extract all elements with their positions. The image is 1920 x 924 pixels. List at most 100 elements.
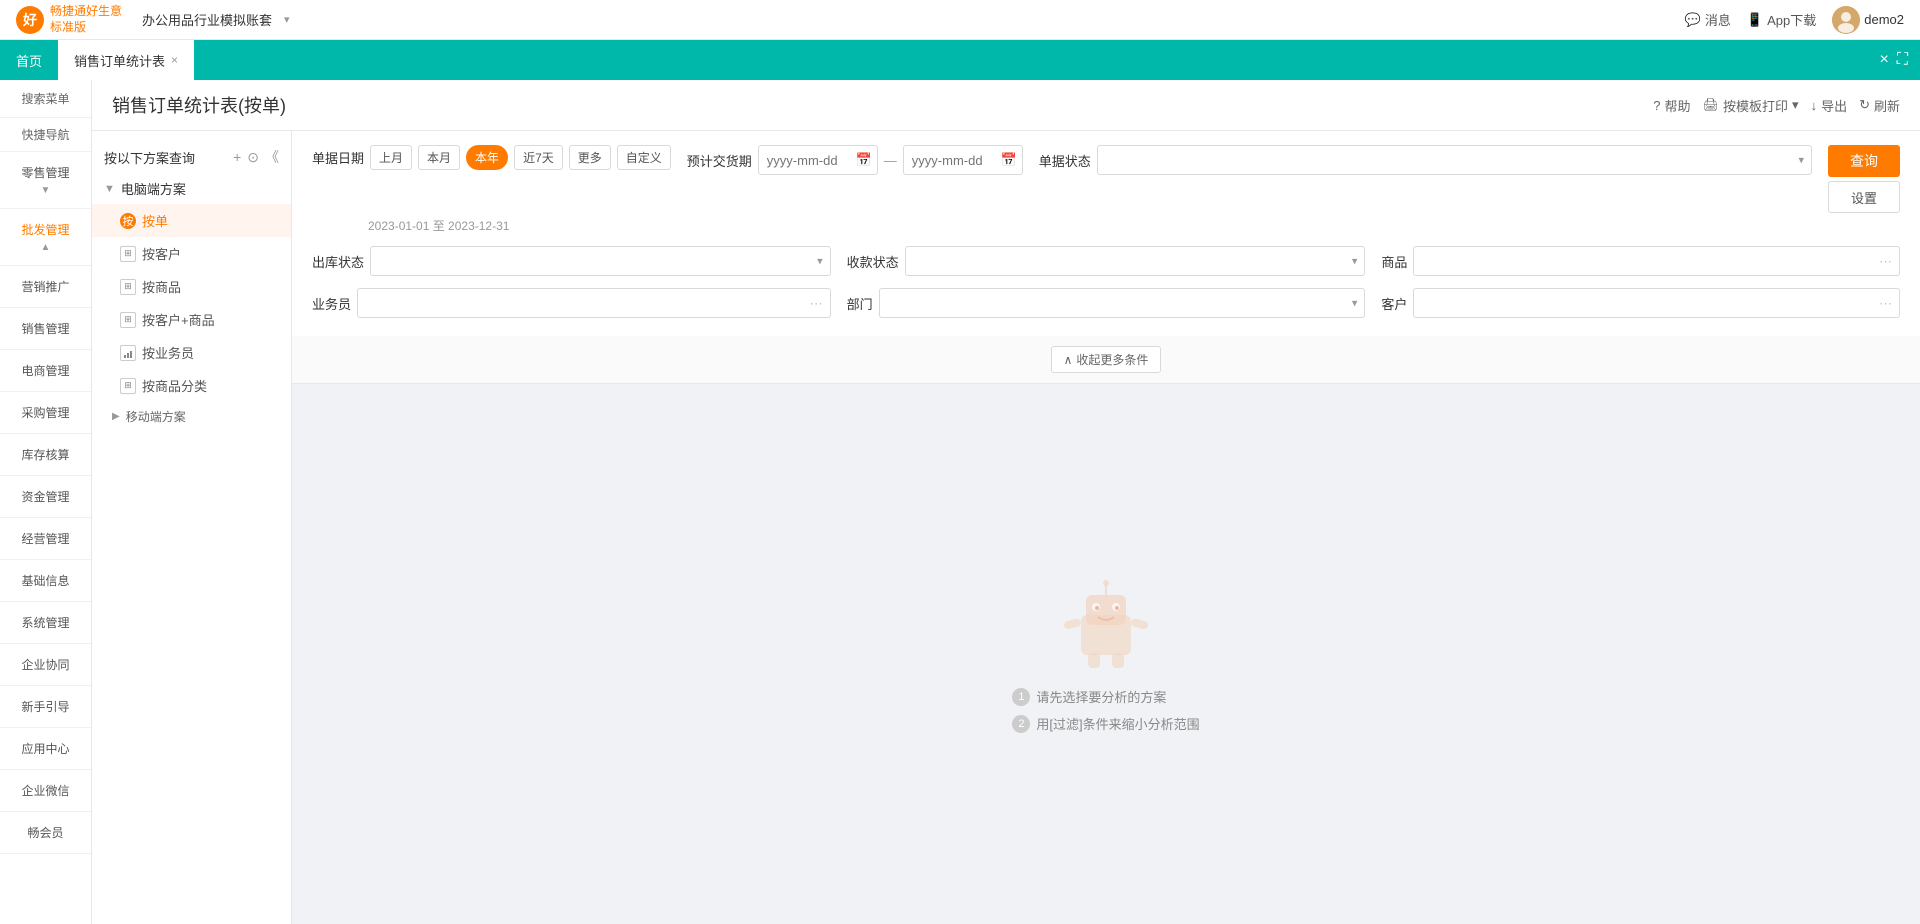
sidebar-section-operations: 经营管理: [0, 518, 91, 560]
date-btn-this-year[interactable]: 本年: [466, 145, 508, 170]
refresh-button[interactable]: ↻ 刷新: [1859, 96, 1900, 115]
expected-date-start-wrap: 📅: [758, 145, 878, 175]
filter-content-main: 单据日期 上月 本月 本年 近7天 更多 自定义 预计交货期: [292, 131, 1920, 924]
app-download-button[interactable]: 📱 App下载: [1747, 10, 1816, 29]
sidebar-item-enterprise[interactable]: 企业协同: [0, 644, 91, 685]
sidebar-item-retail[interactable]: 零售管理 ▼: [0, 152, 91, 208]
scheme-item-by-category[interactable]: ⊞ 按商品分类: [92, 369, 291, 402]
message-button[interactable]: 💬 消息: [1685, 10, 1731, 29]
workspace-arrow-icon[interactable]: ▾: [284, 13, 290, 26]
salesperson-more-icon[interactable]: ···: [810, 296, 823, 311]
sidebar-label-finance: 资金管理: [21, 488, 69, 505]
help-button[interactable]: ? 帮助: [1653, 96, 1690, 115]
department-select[interactable]: [879, 288, 1366, 318]
date-btn-custom[interactable]: 自定义: [617, 145, 671, 170]
scheme-item-by-salesperson[interactable]: 按业务员: [92, 336, 291, 369]
date-btn-last-month[interactable]: 上月: [370, 145, 412, 170]
query-buttons-area: 查询 设置: [1828, 145, 1900, 213]
sidebar-section-sales: 销售管理: [0, 308, 91, 350]
status-filter-group: 单据状态 ▾: [1039, 145, 1812, 175]
payment-status-select[interactable]: [905, 246, 1366, 276]
scheme-item-by-order[interactable]: 按 按单: [92, 204, 291, 237]
salesperson-input[interactable]: [357, 288, 831, 318]
scheme-settings-icon[interactable]: ⊙: [247, 149, 259, 166]
scheme-mobile-arrow-icon: ▶: [112, 411, 120, 422]
sidebar-search[interactable]: 搜索菜单: [0, 80, 91, 118]
customer-input[interactable]: [1413, 288, 1900, 318]
tab-order-stats[interactable]: 销售订单统计表 ×: [58, 40, 194, 80]
sidebar-section-wholesale: 批发管理 ▲: [0, 209, 91, 266]
sidebar-item-sales[interactable]: 销售管理: [0, 308, 91, 349]
tab-home[interactable]: 首页: [0, 40, 58, 80]
page-header-actions: ? 帮助 🖨 按模板打印 ▾ ↓ 导出 ↻ 刷新: [1653, 96, 1900, 115]
collapse-button[interactable]: ∧ 收起更多条件: [1051, 346, 1162, 373]
sidebar-item-corpwechat[interactable]: 企业微信: [0, 770, 91, 811]
filter-and-content: 按以下方案查询 + ⊙ 《 ▼ 电脑端方案 按 按单: [92, 131, 1920, 924]
sidebar-item-marketing[interactable]: 营销推广: [0, 266, 91, 307]
goods-more-icon[interactable]: ···: [1879, 254, 1892, 269]
date-btn-this-month[interactable]: 本月: [418, 145, 460, 170]
scheme-item-by-customer[interactable]: ⊞ 按客户: [92, 237, 291, 270]
scheme-item-icon-customer: ⊞: [120, 246, 136, 262]
tip-num-1: 1: [1012, 688, 1030, 706]
refresh-icon: ↻: [1859, 97, 1870, 113]
scheme-mobile-label: 移动端方案: [126, 408, 186, 425]
scheme-desktop-category[interactable]: ▼ 电脑端方案: [92, 173, 291, 204]
sidebar-section-corpwechat: 企业微信: [0, 770, 91, 812]
sidebar-item-vip[interactable]: 畅会员: [0, 812, 91, 853]
expected-date-group: 预计交货期 📅 — 📅: [687, 145, 1023, 175]
goods-input[interactable]: [1413, 246, 1900, 276]
sidebar-item-operations[interactable]: 经营管理: [0, 518, 91, 559]
tab-close-window-icon[interactable]: ×: [1879, 51, 1888, 69]
phone-icon: 📱: [1747, 12, 1763, 28]
sidebar-item-basic[interactable]: 基础信息: [0, 560, 91, 601]
sidebar-section-purchase: 采购管理: [0, 392, 91, 434]
status-select[interactable]: [1097, 145, 1812, 175]
sidebar-item-inventory[interactable]: 库存核算: [0, 434, 91, 475]
scheme-item-by-customer-goods[interactable]: ⊞ 按客户+商品: [92, 303, 291, 336]
sidebar-item-newuser[interactable]: 新手引导: [0, 686, 91, 727]
export-button[interactable]: ↓ 导出: [1811, 96, 1848, 115]
sidebar-arrow-retail: ▼: [41, 185, 51, 196]
sidebar-label-ecommerce: 电商管理: [21, 362, 69, 379]
content-area: 销售订单统计表(按单) ? 帮助 🖨 按模板打印 ▾ ↓ 导出 ↻ 刷新: [92, 80, 1920, 924]
scheme-add-icon[interactable]: +: [233, 149, 241, 165]
sidebar-item-wholesale[interactable]: 批发管理 ▲: [0, 209, 91, 265]
expected-date-start-input[interactable]: [758, 145, 878, 175]
sidebar-label-vip: 畅会员: [27, 824, 63, 841]
settings-button[interactable]: 设置: [1828, 181, 1900, 213]
date-btn-more[interactable]: 更多: [569, 145, 611, 170]
logo-area: 好 畅捷通好生意 标准版: [16, 4, 122, 35]
expected-date-label: 预计交货期: [687, 151, 752, 170]
sidebar-item-ecommerce[interactable]: 电商管理: [0, 350, 91, 391]
tab-maximize-icon[interactable]: ⛶: [1897, 51, 1908, 69]
sidebar-section-inventory: 库存核算: [0, 434, 91, 476]
scheme-item-by-goods[interactable]: ⊞ 按商品: [92, 270, 291, 303]
tab-close-icon[interactable]: ×: [171, 53, 178, 67]
scheme-collapse-icon[interactable]: 《: [265, 147, 279, 167]
sidebar-section-basic: 基础信息: [0, 560, 91, 602]
expected-date-end-input[interactable]: [903, 145, 1023, 175]
sidebar-section-vip: 畅会员: [0, 812, 91, 854]
delivery-status-group: 出库状态 ▾: [312, 246, 831, 276]
date-label: 单据日期: [312, 148, 364, 167]
sidebar-item-system[interactable]: 系统管理: [0, 602, 91, 643]
sidebar-label-retail: 零售管理: [21, 164, 69, 181]
user-area[interactable]: demo2: [1832, 6, 1904, 34]
date-btn-last-7[interactable]: 近7天: [514, 145, 563, 170]
sidebar-item-purchase[interactable]: 采购管理: [0, 392, 91, 433]
sidebar-item-appcenter[interactable]: 应用中心: [0, 728, 91, 769]
customer-more-icon[interactable]: ···: [1879, 296, 1892, 311]
department-select-wrap: ▾: [879, 288, 1366, 318]
sidebar-label-enterprise: 企业协同: [21, 656, 69, 673]
sidebar-item-finance[interactable]: 资金管理: [0, 476, 91, 517]
query-button[interactable]: 查询: [1828, 145, 1900, 177]
filter-row-1: 单据日期 上月 本月 本年 近7天 更多 自定义 预计交货期: [312, 145, 1900, 213]
delivery-status-select[interactable]: [370, 246, 831, 276]
scheme-item-icon-goods: ⊞: [120, 279, 136, 295]
scheme-item-icon-order: 按: [120, 213, 136, 229]
printer-icon: 🖨: [1703, 97, 1720, 113]
sidebar-quick-nav[interactable]: 快捷导航: [0, 118, 91, 152]
scheme-mobile-category[interactable]: ▶ 移动端方案: [92, 402, 291, 431]
template-print-button[interactable]: 🖨 按模板打印 ▾: [1703, 96, 1799, 115]
